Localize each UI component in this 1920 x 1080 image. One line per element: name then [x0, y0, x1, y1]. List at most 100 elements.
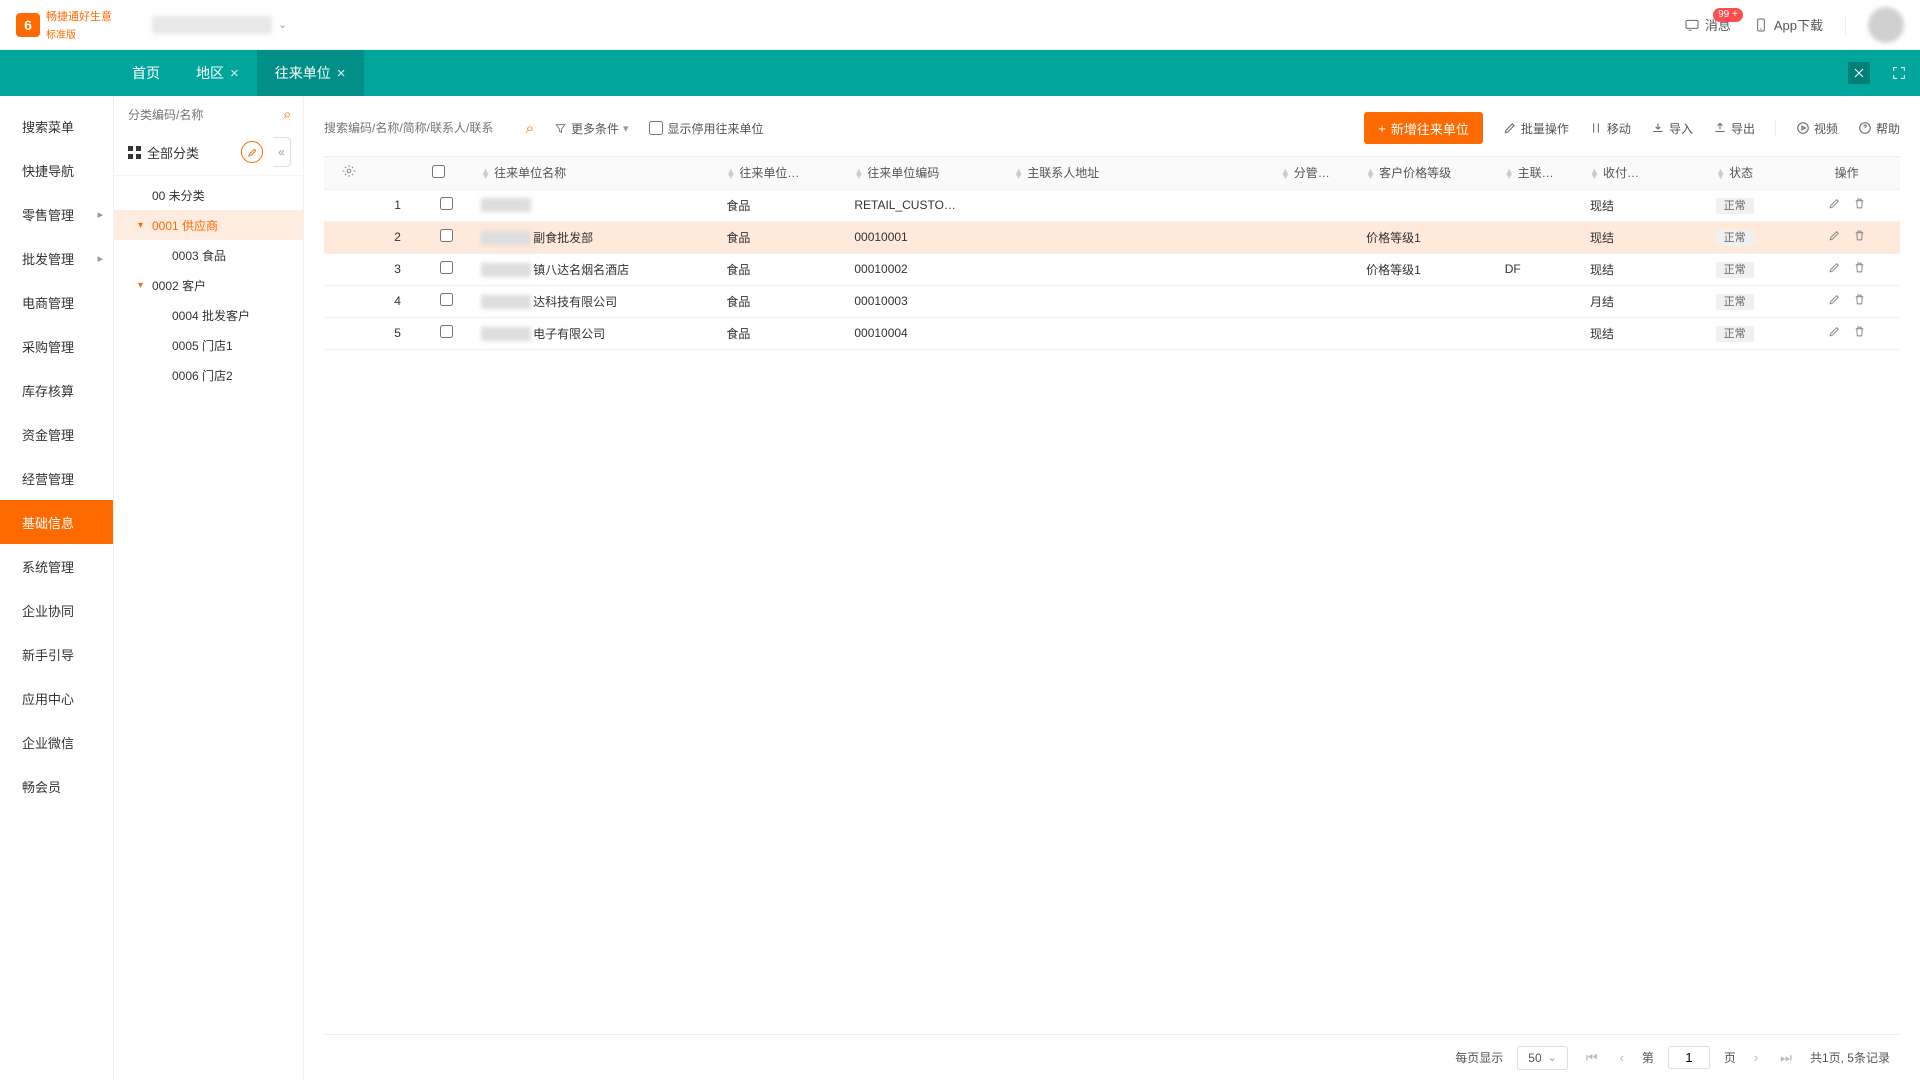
- tree-node[interactable]: ▾0002 客户: [114, 270, 303, 300]
- table-row[interactable]: 5电子有限公司食品00010004现结正常: [324, 317, 1900, 349]
- pencil-icon: [1828, 261, 1841, 274]
- fullscreen-button[interactable]: [1888, 62, 1910, 84]
- tree-node[interactable]: 00 未分类: [114, 180, 303, 210]
- sidebar-item-批发管理[interactable]: 批发管理▸: [0, 236, 113, 280]
- tree-node[interactable]: 0004 批发客户: [114, 300, 303, 330]
- show-disabled-input[interactable]: [649, 121, 663, 135]
- close-all-tabs-button[interactable]: [1848, 62, 1870, 84]
- sidebar-item-零售管理[interactable]: 零售管理▸: [0, 192, 113, 236]
- sidebar-item-搜索菜单[interactable]: 搜索菜单: [0, 104, 113, 148]
- table-row[interactable]: 4达科技有限公司食品00010003月结正常: [324, 285, 1900, 317]
- first-page-button[interactable]: ⏮: [1582, 1050, 1602, 1066]
- row-checkbox[interactable]: [440, 293, 453, 306]
- col-contact-addr[interactable]: ▲▼主联系人地址: [1004, 157, 1271, 189]
- close-icon[interactable]: ×: [230, 65, 239, 82]
- tree-node[interactable]: 0003 食品: [114, 240, 303, 270]
- table-row[interactable]: 1食品RETAIL_CUSTO…现结正常: [324, 189, 1900, 221]
- col-price-level[interactable]: ▲▼客户价格等级: [1356, 157, 1495, 189]
- redacted-name: [481, 327, 531, 341]
- delete-row-button[interactable]: [1853, 325, 1866, 341]
- edit-row-button[interactable]: [1828, 229, 1841, 245]
- more-filters-button[interactable]: 更多条件 ▾: [554, 120, 629, 137]
- col-code[interactable]: ▲▼往来单位编码: [844, 157, 1004, 189]
- table-row[interactable]: 2副食批发部食品00010001价格等级1现结正常: [324, 221, 1900, 253]
- row-checkbox[interactable]: [440, 197, 453, 210]
- tree-node[interactable]: ▾0001 供应商: [114, 210, 303, 240]
- col-manager[interactable]: ▲▼分管…: [1271, 157, 1356, 189]
- sidebar-item-快捷导航[interactable]: 快捷导航: [0, 148, 113, 192]
- col-status[interactable]: ▲▼状态: [1676, 157, 1793, 189]
- chevron-right-icon: ▸: [97, 252, 103, 265]
- last-page-button[interactable]: ⏭: [1776, 1050, 1796, 1066]
- tree-node[interactable]: 0005 门店1: [114, 330, 303, 360]
- sidebar-item-资金管理[interactable]: 资金管理: [0, 412, 113, 456]
- edit-row-button[interactable]: [1828, 293, 1841, 309]
- prev-page-button[interactable]: ‹: [1616, 1050, 1628, 1065]
- delete-row-button[interactable]: [1853, 197, 1866, 213]
- sidebar-item-新手引导[interactable]: 新手引导: [0, 632, 113, 676]
- page-input[interactable]: [1668, 1046, 1710, 1069]
- col-name[interactable]: ▲▼往来单位名称: [471, 157, 716, 189]
- edit-category-button[interactable]: [241, 141, 263, 163]
- import-button[interactable]: 导入: [1651, 120, 1693, 137]
- per-page-select[interactable]: 50 ⌄: [1517, 1046, 1568, 1070]
- settings-column[interactable]: [324, 157, 373, 189]
- search-icon[interactable]: ⌕: [526, 120, 534, 137]
- row-checkbox[interactable]: [440, 325, 453, 338]
- category-search-input[interactable]: [128, 108, 283, 122]
- col-settle[interactable]: ▲▼收付…: [1580, 157, 1676, 189]
- sidebar-item-企业微信[interactable]: 企业微信: [0, 720, 113, 764]
- sidebar-item-label: 畅会员: [22, 777, 61, 796]
- row-checkbox[interactable]: [440, 229, 453, 242]
- close-icon[interactable]: ×: [337, 65, 346, 82]
- sidebar-item-基础信息[interactable]: 基础信息: [0, 500, 113, 544]
- new-entity-label: 新增往来单位: [1391, 119, 1469, 138]
- help-button[interactable]: 帮助: [1858, 120, 1900, 137]
- sidebar-item-经营管理[interactable]: 经营管理: [0, 456, 113, 500]
- search-input[interactable]: [324, 121, 526, 135]
- divider: [1845, 15, 1846, 35]
- sidebar-item-系统管理[interactable]: 系统管理: [0, 544, 113, 588]
- row-checkbox[interactable]: [440, 261, 453, 274]
- select-all-checkbox[interactable]: [432, 165, 445, 178]
- sidebar-item-应用中心[interactable]: 应用中心: [0, 676, 113, 720]
- show-disabled-checkbox[interactable]: 显示停用往来单位: [649, 120, 764, 137]
- move-button[interactable]: 移动: [1589, 120, 1631, 137]
- sidebar-item-采购管理[interactable]: 采购管理: [0, 324, 113, 368]
- status-badge: 正常: [1716, 326, 1754, 342]
- video-button[interactable]: 视频: [1796, 120, 1838, 137]
- checkbox-column[interactable]: [422, 157, 471, 189]
- col-main-contact[interactable]: ▲▼主联…: [1495, 157, 1580, 189]
- delete-row-button[interactable]: [1853, 229, 1866, 245]
- expand-icon: [1891, 65, 1907, 81]
- export-button[interactable]: 导出: [1713, 120, 1755, 137]
- delete-row-button[interactable]: [1853, 261, 1866, 277]
- cell-code: 00010002: [844, 253, 1004, 285]
- cell-price-level: 价格等级1: [1356, 221, 1495, 253]
- edit-row-button[interactable]: [1828, 261, 1841, 277]
- batch-ops-button[interactable]: 批量操作: [1503, 120, 1569, 137]
- next-page-button[interactable]: ›: [1750, 1050, 1762, 1065]
- edit-row-button[interactable]: [1828, 325, 1841, 341]
- tab-往来单位[interactable]: 往来单位×: [257, 50, 364, 96]
- sidebar-item-电商管理[interactable]: 电商管理: [0, 280, 113, 324]
- delete-row-button[interactable]: [1853, 293, 1866, 309]
- col-category[interactable]: ▲▼往来单位…: [716, 157, 844, 189]
- cell-contact-addr: [1004, 189, 1271, 221]
- search-icon[interactable]: ⌕: [283, 106, 291, 123]
- avatar[interactable]: [1868, 7, 1904, 43]
- app-download-button[interactable]: App下载: [1753, 15, 1823, 34]
- sidebar-item-畅会员[interactable]: 畅会员: [0, 764, 113, 808]
- tree-node[interactable]: 0006 门店2: [114, 360, 303, 390]
- edit-row-button[interactable]: [1828, 197, 1841, 213]
- new-entity-button[interactable]: + 新增往来单位: [1364, 112, 1483, 144]
- sidebar-item-库存核算[interactable]: 库存核算: [0, 368, 113, 412]
- messages-button[interactable]: 消息 99 +: [1684, 15, 1731, 34]
- tab-地区[interactable]: 地区×: [178, 50, 257, 96]
- tenant-selector[interactable]: ⌄: [152, 16, 287, 34]
- cell-settle: 现结: [1580, 221, 1676, 253]
- sidebar-item-企业协同[interactable]: 企业协同: [0, 588, 113, 632]
- tab-首页[interactable]: 首页: [114, 50, 178, 96]
- table-row[interactable]: 3镇八达名烟名酒店食品00010002价格等级1DF现结正常: [324, 253, 1900, 285]
- collapse-panel-button[interactable]: «: [273, 137, 291, 167]
